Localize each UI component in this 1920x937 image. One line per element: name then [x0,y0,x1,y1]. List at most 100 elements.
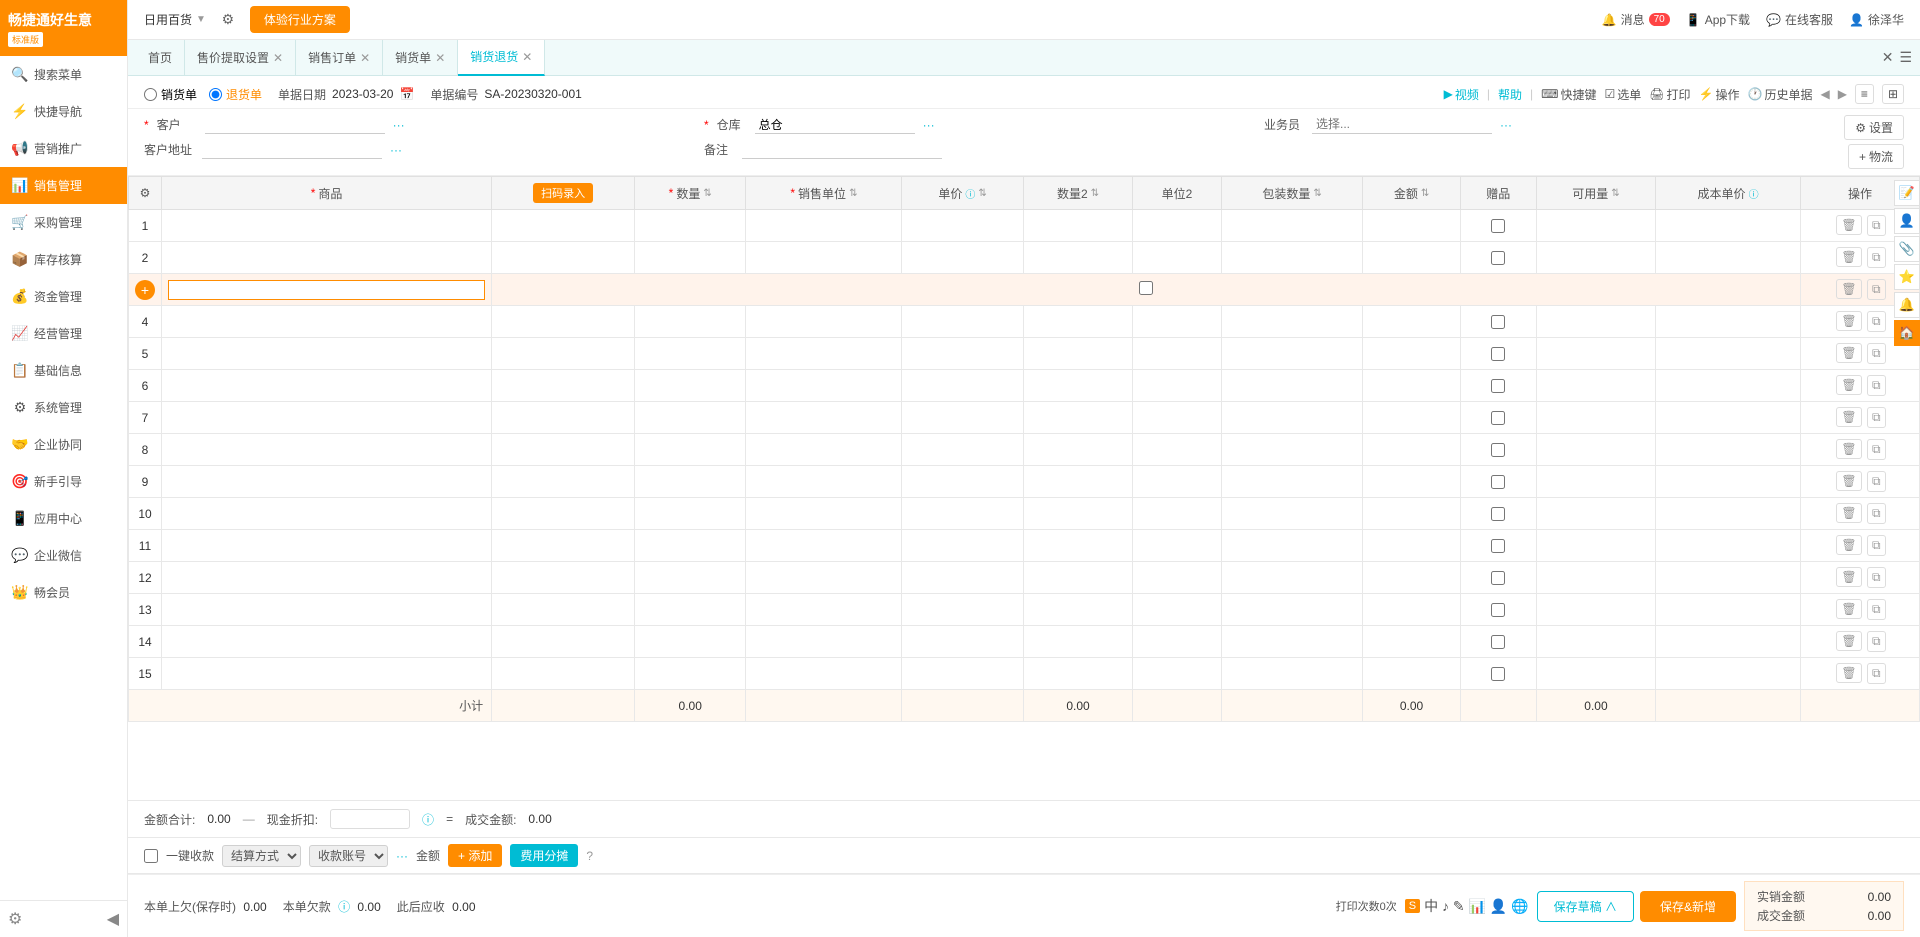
price-cell[interactable] [902,658,1023,690]
qty-cell[interactable] [635,466,746,498]
amount-cell[interactable] [1363,402,1460,434]
logistics-button[interactable]: + 物流 [1848,144,1904,169]
product-cell[interactable] [162,242,492,274]
unit2-cell[interactable] [1133,402,1221,434]
tab-sales-order-close[interactable]: ✕ [360,51,370,65]
th-gear[interactable]: ⚙ [129,177,162,210]
unit2-cell[interactable] [1133,434,1221,466]
unit2-cell[interactable] [1133,466,1221,498]
select-button[interactable]: ☑ 选单 [1604,86,1641,103]
sidebar-item-shortcut[interactable]: ⚡ 快捷导航 [0,93,127,130]
delete-button[interactable]: 🗑 [1836,535,1861,555]
gift-checkbox[interactable] [1491,635,1505,649]
qty-cell[interactable] [635,626,746,658]
float-icon-3[interactable]: 📎 [1894,236,1920,262]
account-dots[interactable]: ··· [396,849,408,863]
gift-checkbox[interactable] [1491,475,1505,489]
unit2-cell[interactable] [1133,594,1221,626]
price-cell[interactable] [902,562,1023,594]
delete-button[interactable]: 🗑 [1836,567,1861,587]
experience-button[interactable]: 体验行业方案 [250,6,350,33]
address-input[interactable] [202,140,382,159]
sidebar-item-guide[interactable]: 🎯 新手引导 [0,463,127,500]
shortcut-button[interactable]: ⌨ 快捷键 [1541,86,1596,103]
qty-cell[interactable] [635,338,746,370]
price-info-icon[interactable]: ⓘ [965,186,975,201]
qty2-cell[interactable] [1023,242,1133,274]
unit2-cell[interactable] [1133,306,1221,338]
gift-checkbox[interactable] [1491,379,1505,393]
pack-cell[interactable] [1221,658,1363,690]
close-all-tabs-icon[interactable]: ✕ [1882,49,1894,66]
copy-button[interactable]: ⧉ [1867,215,1886,236]
gift-checkbox[interactable] [1491,603,1505,617]
qty-cell[interactable] [635,658,746,690]
sidebar-item-enterprise[interactable]: 🤝 企业协同 [0,426,127,463]
return-radio-label[interactable]: 退货单 [209,86,262,103]
pack-cell[interactable] [1221,466,1363,498]
next-icon[interactable]: ▶ [1838,87,1847,101]
sidebar-item-inventory[interactable]: 📦 库存核算 [0,241,127,278]
pack-cell[interactable] [1221,562,1363,594]
delete-button[interactable]: 🗑 [1836,471,1861,491]
gift-checkbox[interactable] [1491,347,1505,361]
tab-sales-return-close[interactable]: ✕ [522,50,532,64]
online-service-button[interactable]: 💬 在线客服 [1766,11,1833,28]
delete-button[interactable]: 🗑 [1836,311,1861,331]
delete-button[interactable]: 🗑 [1836,407,1861,427]
gift-checkbox[interactable] [1491,219,1505,233]
price-cell[interactable] [902,338,1023,370]
amount-cell[interactable] [1363,306,1460,338]
copy-button[interactable]: ⧉ [1867,439,1886,460]
qty-cell[interactable] [635,530,746,562]
float-icon-4[interactable]: ⭐ [1894,264,1920,290]
unit-cell[interactable] [746,370,902,402]
unit2-cell[interactable] [1133,242,1221,274]
tab-sales-return[interactable]: 销货退货 ✕ [458,40,545,76]
list-view-icon[interactable]: ≡ [1855,84,1874,104]
video-button[interactable]: ▶ 视频 [1444,86,1479,103]
amount-sort-icon[interactable]: ⇅ [1421,188,1429,199]
warehouse-dots[interactable]: ··· [923,118,935,132]
qty2-cell[interactable] [1023,594,1133,626]
customer-dots[interactable]: ··· [393,118,405,132]
qty2-cell[interactable] [1023,338,1133,370]
operate-button[interactable]: ⚡ 操作 [1699,86,1740,103]
amount-cell[interactable] [1363,562,1460,594]
unit-cell[interactable] [746,594,902,626]
unit2-cell[interactable] [1133,562,1221,594]
qty-cell[interactable] [635,498,746,530]
unit-cell[interactable] [746,210,902,242]
tab-price-close[interactable]: ✕ [273,51,283,65]
delete-button[interactable]: 🗑 [1836,631,1861,651]
gift-checkbox[interactable] [1491,411,1505,425]
unit2-cell[interactable] [1133,370,1221,402]
amount-cell[interactable] [1363,658,1460,690]
add-row-button[interactable]: + [135,280,155,300]
sidebar-item-operations[interactable]: 📈 经营管理 [0,315,127,352]
sidebar-item-search[interactable]: 🔍 搜索菜单 [0,56,127,93]
save-new-button[interactable]: 保存&新增 [1640,891,1736,922]
tab-sales-delivery-close[interactable]: ✕ [435,51,445,65]
qty2-cell[interactable] [1023,498,1133,530]
address-dots[interactable]: ··· [390,143,402,157]
delete-button[interactable]: 🗑 [1836,375,1861,395]
qty2-cell[interactable] [1023,210,1133,242]
account-select[interactable]: 收款账号 [309,845,388,867]
sidebar-item-member[interactable]: 👑 畅会员 [0,574,127,611]
nav-gear-button[interactable]: ⚙ [214,6,242,34]
float-icon-1[interactable]: 📝 [1894,180,1920,206]
pack-cell[interactable] [1221,242,1363,274]
float-icon-2[interactable]: 👤 [1894,208,1920,234]
scan-button[interactable]: 扫码录入 [533,183,593,203]
prev-icon[interactable]: ◀ [1820,87,1829,101]
pack-cell[interactable] [1221,594,1363,626]
note-input[interactable] [742,140,942,159]
unit2-cell[interactable] [1133,530,1221,562]
price-cell[interactable] [902,626,1023,658]
unit2-cell[interactable] [1133,626,1221,658]
sidebar-item-apps[interactable]: 📱 应用中心 [0,500,127,537]
product-cell[interactable] [162,658,492,690]
pack-cell[interactable] [1221,498,1363,530]
copy-button[interactable]: ⧉ [1867,631,1886,652]
